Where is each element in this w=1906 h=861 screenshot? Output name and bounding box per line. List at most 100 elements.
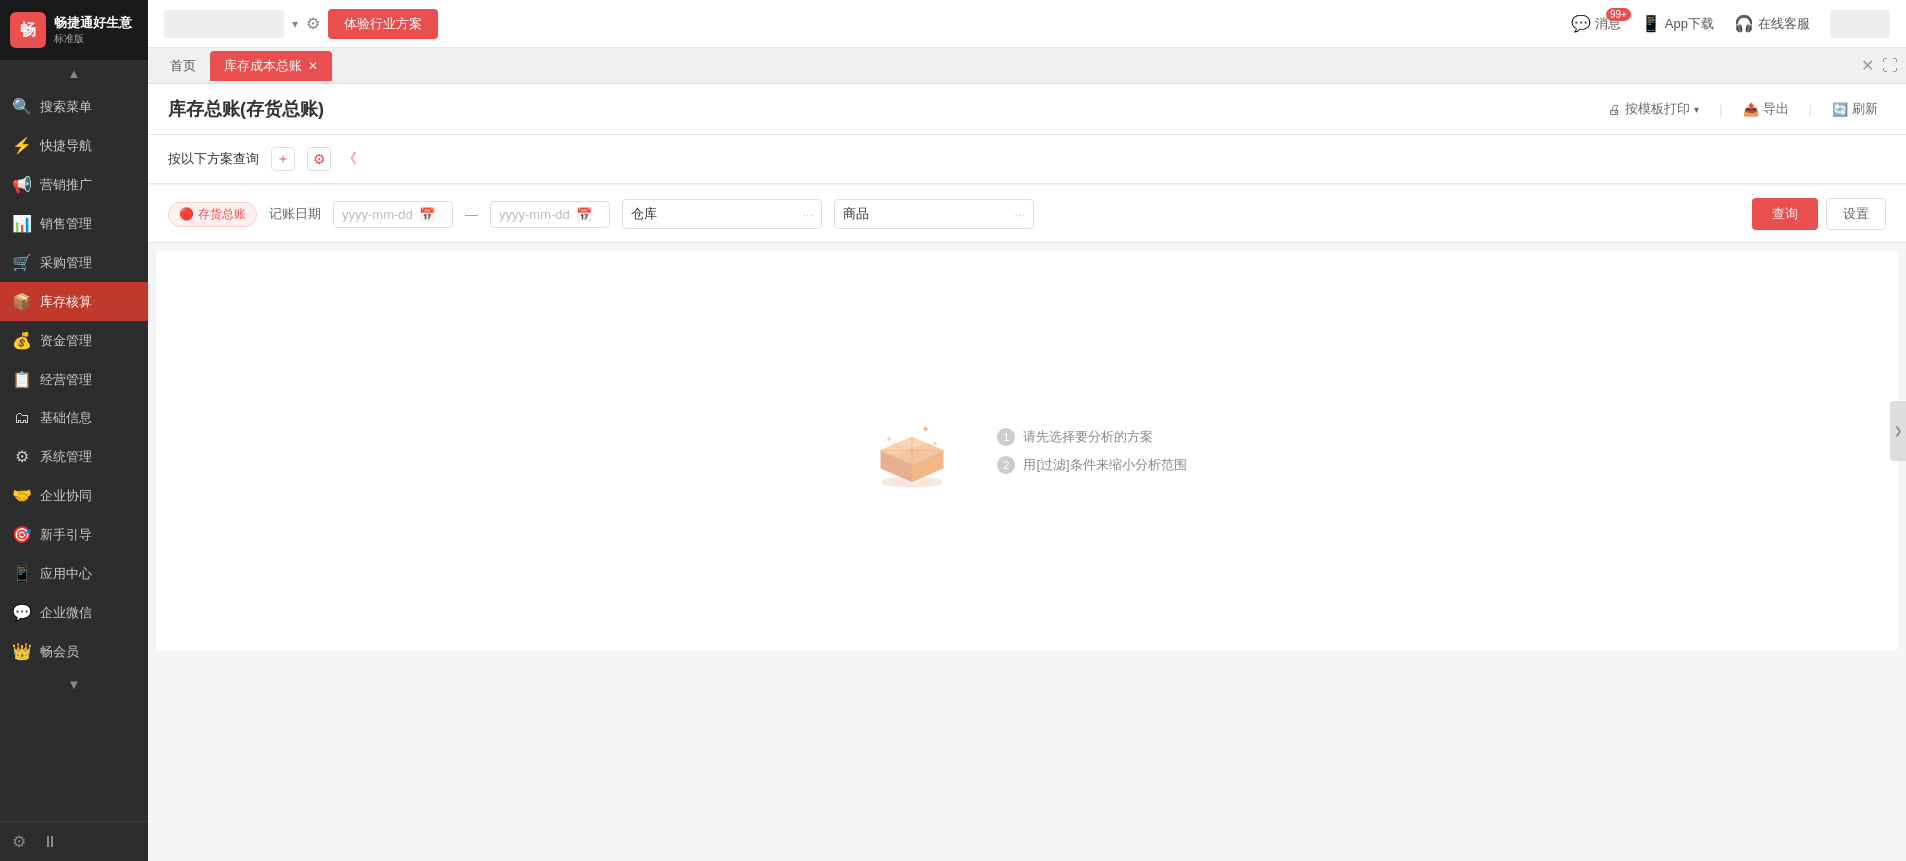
- tip-num-1: 1: [997, 428, 1015, 446]
- page-title: 库存总账(存货总账): [168, 97, 324, 121]
- filter-label: 按以下方案查询: [168, 150, 259, 168]
- tabs-bar: 首页 库存成本总账 ✕ ✕ ⛶: [148, 48, 1906, 84]
- settings-icon[interactable]: ⚙: [12, 832, 26, 851]
- app-title: 畅捷通好生意: [54, 14, 132, 32]
- sidebar-item-wechat[interactable]: 💬 企业微信: [0, 593, 148, 632]
- filter-collapse-button[interactable]: 《: [343, 150, 357, 168]
- messages-button[interactable]: 💬 消息 99+: [1571, 14, 1621, 33]
- divider2: |: [1809, 102, 1812, 117]
- refresh-button[interactable]: 🔄 刷新: [1824, 96, 1886, 122]
- topbar-chevron-icon[interactable]: ▾: [292, 17, 298, 31]
- business-icon: 📋: [12, 370, 32, 389]
- sidebar-item-label-base: 基础信息: [40, 409, 92, 427]
- svg-text:✦: ✦: [921, 423, 930, 435]
- sidebar-item-search[interactable]: 🔍 搜索菜单: [0, 87, 148, 126]
- sidebar-item-label-shortcut: 快捷导航: [40, 137, 92, 155]
- sidebar-item-business[interactable]: 📋 经营管理: [0, 360, 148, 399]
- topbar-user-placeholder: [164, 10, 284, 38]
- app-download-icon: 📱: [1641, 14, 1661, 33]
- warehouse-more-icon: ···: [802, 207, 813, 222]
- system-icon: ⚙: [12, 447, 32, 466]
- empty-tips: 1 请先选择要分析的方案 2 用[过滤]条件来缩小分析范围: [997, 428, 1186, 474]
- calendar-start-icon: 📅: [419, 207, 435, 222]
- online-service-button[interactable]: 🎧 在线客服: [1734, 14, 1810, 33]
- sidebar-item-purchase[interactable]: 🛒 采购管理: [0, 243, 148, 282]
- filter-scheme-settings-button[interactable]: ⚙: [307, 147, 331, 171]
- sidebar-scroll-up[interactable]: ▲: [0, 60, 148, 87]
- tab-close-all-icon[interactable]: ✕: [1861, 56, 1874, 75]
- sidebar-item-sales[interactable]: 📊 销售管理: [0, 204, 148, 243]
- filter-add-button[interactable]: ＋: [271, 147, 295, 171]
- topbar-right: 💬 消息 99+ 📱 App下载 🎧 在线客服: [1571, 10, 1890, 38]
- divider1: |: [1719, 102, 1722, 117]
- topbar-gear-icon[interactable]: ⚙: [306, 14, 320, 33]
- sidebar-item-apps[interactable]: 📱 应用中心: [0, 554, 148, 593]
- collapse-icon[interactable]: ⏸: [42, 833, 58, 851]
- sidebar-item-label-search: 搜索菜单: [40, 98, 92, 116]
- svg-text:✦: ✦: [885, 434, 893, 444]
- shortcut-icon: ⚡: [12, 136, 32, 155]
- app-download-button[interactable]: 📱 App下载: [1641, 14, 1714, 33]
- corp-icon: 🤝: [12, 486, 32, 505]
- sidebar-item-member[interactable]: 👑 畅会员: [0, 632, 148, 671]
- sidebar-item-marketing[interactable]: 📢 营销推广: [0, 165, 148, 204]
- sidebar-item-label-wechat: 企业微信: [40, 604, 92, 622]
- goods-input[interactable]: 商品 ···: [834, 199, 1034, 229]
- sidebar-item-label-sales: 销售管理: [40, 215, 92, 233]
- app-subtitle: 标准版: [54, 32, 132, 46]
- scheme-chip[interactable]: 🔴 存货总账: [168, 202, 257, 227]
- warehouse-input[interactable]: 仓库 ···: [622, 199, 822, 229]
- chip-scheme-icon: 🔴: [179, 207, 194, 221]
- print-button[interactable]: 🖨 按模板打印 ▾: [1600, 96, 1707, 122]
- date-separator: —: [465, 207, 478, 222]
- sidebar-item-label-corp: 企业协同: [40, 487, 92, 505]
- tab-inventory-cost[interactable]: 库存成本总账 ✕: [210, 51, 332, 81]
- trial-button[interactable]: 体验行业方案: [328, 9, 438, 39]
- print-icon: 🖨: [1608, 102, 1621, 117]
- print-dropdown-icon[interactable]: ▾: [1694, 104, 1699, 115]
- messages-badge: 99+: [1606, 8, 1631, 21]
- sidebar-item-inventory[interactable]: 📦 库存核算: [0, 282, 148, 321]
- sidebar-item-shortcut[interactable]: ⚡ 快捷导航: [0, 126, 148, 165]
- svg-text:✦: ✦: [932, 439, 938, 448]
- headset-icon: 🎧: [1734, 14, 1754, 33]
- base-icon: 🗂: [12, 409, 32, 427]
- user-avatar[interactable]: [1830, 10, 1890, 38]
- empty-box-svg: ✦ ✦ ✦: [867, 401, 957, 491]
- date-field-label: 记账日期: [269, 205, 321, 223]
- sidebar: 畅 畅捷通好生意 标准版 ▲ 🔍 搜索菜单 ⚡ 快捷导航 📢 营销推广 📊 销售…: [0, 0, 148, 861]
- tab-expand-icon[interactable]: ⛶: [1882, 57, 1898, 75]
- tab-close-icon[interactable]: ✕: [308, 59, 318, 73]
- date-end-input[interactable]: yyyy-mm-dd 📅: [490, 201, 610, 228]
- sidebar-item-finance[interactable]: 💰 资金管理: [0, 321, 148, 360]
- sidebar-item-label-apps: 应用中心: [40, 565, 92, 583]
- query-button[interactable]: 查询: [1752, 198, 1818, 230]
- settings-button[interactable]: 设置: [1826, 198, 1886, 230]
- refresh-icon: 🔄: [1832, 102, 1848, 117]
- sidebar-scroll-down[interactable]: ▼: [0, 671, 148, 698]
- sidebar-item-corp[interactable]: 🤝 企业协同: [0, 476, 148, 515]
- export-icon: 📤: [1743, 102, 1759, 117]
- sales-icon: 📊: [12, 214, 32, 233]
- sidebar-item-base[interactable]: 🗂 基础信息: [0, 399, 148, 437]
- search-icon: 🔍: [12, 97, 32, 116]
- sidebar-item-guide[interactable]: 🎯 新手引导: [0, 515, 148, 554]
- sidebar-item-label-guide: 新手引导: [40, 526, 92, 544]
- right-panel-toggle[interactable]: ❯: [1890, 401, 1906, 461]
- calendar-end-icon: 📅: [576, 207, 592, 222]
- tab-home[interactable]: 首页: [156, 51, 210, 81]
- sidebar-item-system[interactable]: ⚙ 系统管理: [0, 437, 148, 476]
- empty-tip-1: 1 请先选择要分析的方案: [997, 428, 1186, 446]
- page-header: 库存总账(存货总账) 🖨 按模板打印 ▾ | 📤 导出 | 🔄 刷新: [148, 84, 1906, 135]
- topbar-left: ▾ ⚙ 体验行业方案: [164, 9, 1571, 39]
- apps-icon: 📱: [12, 564, 32, 583]
- sidebar-item-label-marketing: 营销推广: [40, 176, 92, 194]
- date-start-input[interactable]: yyyy-mm-dd 📅: [333, 201, 453, 228]
- marketing-icon: 📢: [12, 175, 32, 194]
- empty-state-content: ✦ ✦ ✦ 1 请先选择要分析的方案 2 用[过滤]条件来缩小分析范围: [867, 401, 1186, 501]
- member-icon: 👑: [12, 642, 32, 661]
- tip-num-2: 2: [997, 456, 1015, 474]
- filter-row: 🔴 存货总账 记账日期 yyyy-mm-dd 📅 — yyyy-mm-dd 📅 …: [148, 186, 1906, 243]
- filter-bar-top: 按以下方案查询 ＋ ⚙ 《: [148, 135, 1906, 184]
- export-button[interactable]: 📤 导出: [1735, 96, 1797, 122]
